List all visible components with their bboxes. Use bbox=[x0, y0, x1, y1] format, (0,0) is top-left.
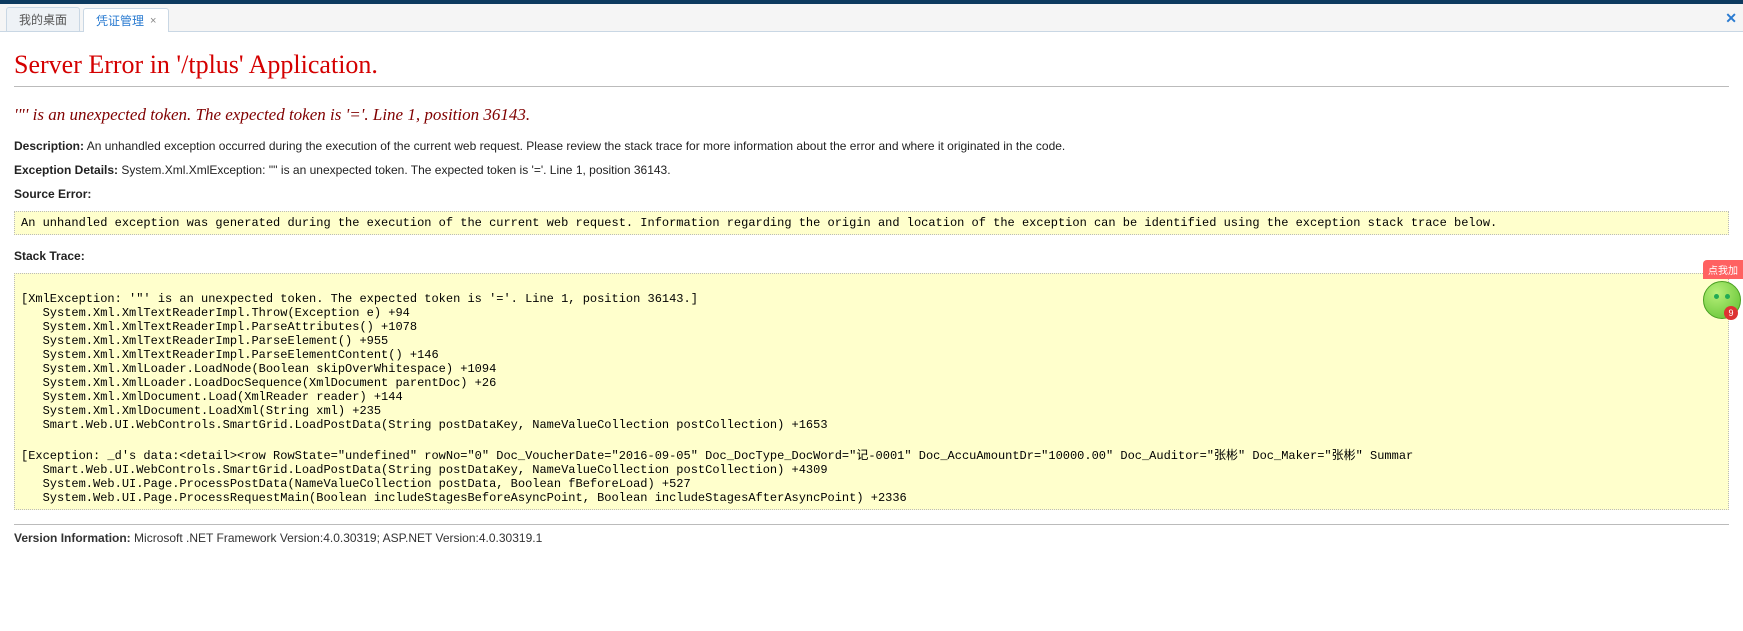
source-error-label: Source Error: bbox=[14, 187, 91, 201]
panel-close-icon[interactable]: ✕ bbox=[1725, 10, 1737, 27]
badge-count: 9 bbox=[1724, 306, 1738, 320]
exception-details-label: Exception Details: bbox=[14, 163, 118, 177]
source-error-box: An unhandled exception was generated dur… bbox=[14, 211, 1729, 235]
description-label: Description: bbox=[14, 139, 84, 153]
description-block: Description: An unhandled exception occu… bbox=[14, 139, 1729, 153]
version-label: Version Information: bbox=[14, 531, 131, 545]
stack-trace-label-block: Stack Trace: bbox=[14, 249, 1729, 263]
tab-label: 凭证管理 bbox=[96, 12, 144, 29]
stack-trace-box: [XmlException: '"' is an unexpected toke… bbox=[14, 273, 1729, 510]
source-error-label-block: Source Error: bbox=[14, 187, 1729, 201]
stack-trace-label: Stack Trace: bbox=[14, 249, 85, 263]
smiley-icon: 9 bbox=[1703, 281, 1741, 319]
description-text: An unhandled exception occurred during t… bbox=[87, 139, 1066, 153]
tab-voucher-mgmt[interactable]: 凭证管理 × bbox=[83, 8, 169, 32]
badge-label: 点我加 bbox=[1703, 260, 1743, 279]
separator bbox=[14, 524, 1729, 525]
error-title: Server Error in '/tplus' Application. bbox=[14, 50, 1729, 87]
version-text: Microsoft .NET Framework Version:4.0.303… bbox=[134, 531, 542, 545]
tab-label: 我的桌面 bbox=[19, 11, 67, 28]
exception-details-block: Exception Details: System.Xml.XmlExcepti… bbox=[14, 163, 1729, 177]
tab-close-icon[interactable]: × bbox=[150, 15, 156, 27]
error-subtitle: '"' is an unexpected token. The expected… bbox=[14, 105, 1729, 125]
floating-help-badge[interactable]: 点我加 9 bbox=[1703, 260, 1743, 340]
version-info: Version Information: Microsoft .NET Fram… bbox=[14, 531, 1729, 545]
tab-desktop[interactable]: 我的桌面 bbox=[6, 7, 80, 31]
exception-details-text: System.Xml.XmlException: '"' is an unexp… bbox=[121, 163, 670, 177]
tab-bar: 我的桌面 凭证管理 × ✕ bbox=[0, 4, 1743, 32]
error-page-content: Server Error in '/tplus' Application. '"… bbox=[0, 32, 1743, 555]
